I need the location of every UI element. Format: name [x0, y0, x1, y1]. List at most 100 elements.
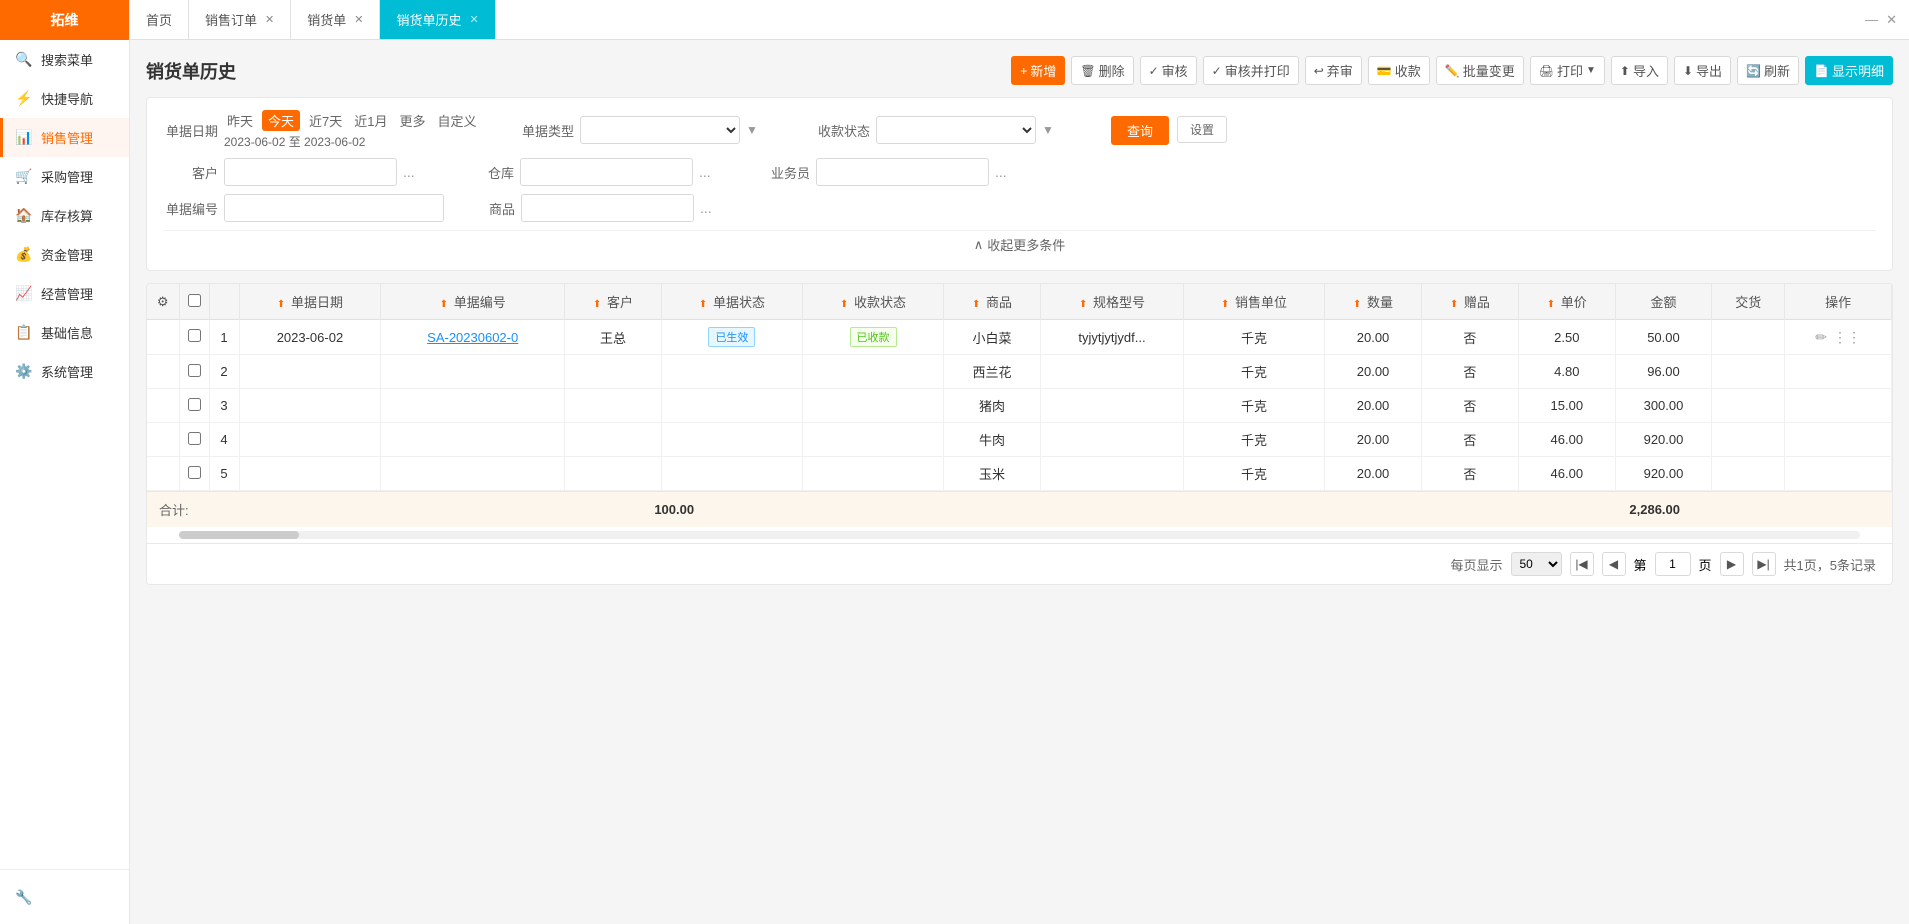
- refresh-button[interactable]: 🔄 刷新: [1737, 56, 1799, 85]
- horizontal-scrollbar[interactable]: [179, 531, 1860, 539]
- row-spec: [1040, 457, 1183, 491]
- sidebar-bottom-item1[interactable]: 🔧: [0, 878, 129, 916]
- salesperson-picker-icon[interactable]: ...: [995, 164, 1007, 180]
- th-doc-date[interactable]: ⬆ 单据日期: [239, 284, 381, 320]
- customer-input[interactable]: [224, 158, 397, 186]
- import-button[interactable]: ⬆ 导入: [1611, 56, 1668, 85]
- th-payment-status[interactable]: ⬆ 收款状态: [802, 284, 943, 320]
- collapse-button[interactable]: ∧ 收起更多条件: [163, 230, 1876, 258]
- th-amount[interactable]: 金额: [1615, 284, 1711, 320]
- delete-button[interactable]: 🗑 删除: [1071, 56, 1133, 85]
- row-checkbox[interactable]: [179, 389, 209, 423]
- sidebar-item-finance[interactable]: 💰 资金管理: [0, 235, 129, 274]
- date-shortcut-1month[interactable]: 近1月: [351, 110, 390, 131]
- warehouse-input[interactable]: [520, 158, 693, 186]
- product-input[interactable]: [521, 194, 694, 222]
- new-button[interactable]: + 新增: [1011, 56, 1065, 85]
- th-doc-status[interactable]: ⬆ 单据状态: [661, 284, 802, 320]
- last-page-button[interactable]: ▶|: [1752, 552, 1776, 576]
- row-payment-status: 已收款: [802, 320, 943, 355]
- sidebar-item-inventory[interactable]: 🏠 库存核算: [0, 196, 129, 235]
- row-payment-status: [802, 389, 943, 423]
- export-button[interactable]: ⬇ 导出: [1674, 56, 1731, 85]
- doc-number-input[interactable]: [224, 194, 444, 222]
- tab-sales-history[interactable]: 销货单历史 ✕: [380, 0, 495, 39]
- audit-print-button[interactable]: ✓ 审核并打印: [1203, 56, 1299, 85]
- th-unit[interactable]: ⬆ 销售单位: [1184, 284, 1325, 320]
- tab-sales-delivery[interactable]: 销货单 ✕: [291, 0, 380, 39]
- edit-action-icon[interactable]: ✏: [1815, 329, 1827, 346]
- th-gift[interactable]: ⬆ 赠品: [1421, 284, 1518, 320]
- sidebar-item-quick-nav[interactable]: ⚡ 快捷导航: [0, 79, 129, 118]
- row-product: 小白菜: [944, 320, 1041, 355]
- scroll-thumb[interactable]: [179, 531, 299, 539]
- row-doc-number[interactable]: SA-20230602-0: [381, 320, 565, 355]
- warehouse-picker-icon[interactable]: ...: [699, 164, 711, 180]
- gear-icon[interactable]: ⚙: [157, 294, 169, 309]
- tab-sales-order[interactable]: 销售订单 ✕: [189, 0, 291, 39]
- row-checkbox[interactable]: [179, 355, 209, 389]
- th-spec[interactable]: ⬆ 规格型号: [1040, 284, 1183, 320]
- prev-page-button[interactable]: ◀: [1602, 552, 1626, 576]
- audit-button[interactable]: ✓ 审核: [1140, 56, 1197, 85]
- customer-picker-icon[interactable]: ...: [403, 164, 415, 180]
- date-shortcut-custom[interactable]: 自定义: [435, 110, 480, 131]
- tab-sales-order-close[interactable]: ✕: [265, 13, 274, 26]
- row-checkbox[interactable]: [179, 423, 209, 457]
- th-transaction[interactable]: 交货: [1712, 284, 1785, 320]
- row-actions: [1785, 389, 1892, 423]
- sidebar-item-sales-mgmt[interactable]: 📊 销售管理: [0, 118, 129, 157]
- collect-button[interactable]: 💳 收款: [1368, 56, 1430, 85]
- sidebar-item-system-mgmt[interactable]: ⚙️ 系统管理: [0, 352, 129, 391]
- first-page-button[interactable]: |◀: [1570, 552, 1594, 576]
- page-size-select[interactable]: 10 20 50 100: [1511, 552, 1562, 576]
- select-all-checkbox[interactable]: [188, 294, 201, 307]
- date-shortcut-7days[interactable]: 近7天: [306, 110, 345, 131]
- tab-home[interactable]: 首页: [130, 0, 189, 39]
- print-button[interactable]: 🖨 打印 ▼: [1530, 56, 1605, 85]
- th-doc-number[interactable]: ⬆ 单据编号: [381, 284, 565, 320]
- setting-button[interactable]: 设置: [1177, 116, 1227, 143]
- sidebar-item-purchase-mgmt[interactable]: 🛒 采购管理: [0, 157, 129, 196]
- window-minimize-icon[interactable]: —: [1865, 12, 1878, 27]
- sidebar-item-label: 资金管理: [41, 245, 93, 264]
- page-input-prefix: 第: [1634, 555, 1647, 574]
- next-page-button[interactable]: ▶: [1720, 552, 1744, 576]
- query-button[interactable]: 查询: [1111, 116, 1169, 145]
- date-shortcut-more[interactable]: 更多: [397, 110, 429, 131]
- th-quantity[interactable]: ⬆ 数量: [1325, 284, 1422, 320]
- th-customer[interactable]: ⬆ 客户: [565, 284, 662, 320]
- date-shortcut-yesterday[interactable]: 昨天: [224, 110, 256, 131]
- window-close-icon[interactable]: ✕: [1886, 12, 1897, 28]
- row-checkbox[interactable]: [179, 457, 209, 491]
- product-picker-icon[interactable]: ...: [700, 200, 712, 216]
- show-detail-label: 显示明细: [1832, 61, 1884, 80]
- th-product[interactable]: ⬆ 商品: [944, 284, 1041, 320]
- salesperson-input[interactable]: [816, 158, 989, 186]
- th-unit-price[interactable]: ⬆ 单价: [1518, 284, 1615, 320]
- more-action-icon[interactable]: ⋮⋮: [1833, 329, 1861, 346]
- abandon-button[interactable]: ↩ 弃审: [1305, 56, 1362, 85]
- filter-row-3: 单据编号 商品 ...: [163, 194, 1876, 222]
- row-seq: 4: [209, 423, 239, 457]
- row-checkbox[interactable]: [179, 320, 209, 355]
- batch-change-button[interactable]: ✏️ 批量变更: [1436, 56, 1524, 85]
- page-number-input[interactable]: [1655, 552, 1691, 576]
- row-product: 西兰花: [944, 355, 1041, 389]
- tab-sales-history-close[interactable]: ✕: [470, 13, 479, 26]
- payment-status-select[interactable]: [876, 116, 1036, 144]
- th-gear[interactable]: ⚙: [147, 284, 179, 320]
- date-shortcut-today[interactable]: 今天: [262, 110, 300, 131]
- show-detail-button[interactable]: 📄 显示明细: [1805, 56, 1893, 85]
- payment-status-filter-group: 收款状态 ▼: [815, 116, 1095, 144]
- doc-type-select[interactable]: [580, 116, 740, 144]
- search-menu-icon: 🔍: [15, 51, 33, 69]
- tab-sales-delivery-close[interactable]: ✕: [354, 13, 363, 26]
- sidebar-item-search-menu[interactable]: 🔍 搜索菜单: [0, 40, 129, 79]
- sidebar-item-basic-info[interactable]: 📋 基础信息: [0, 313, 129, 352]
- page-title: 销货单历史: [146, 58, 236, 84]
- new-icon: +: [1020, 64, 1027, 78]
- th-checkbox[interactable]: [179, 284, 209, 320]
- row-unit: 千克: [1184, 320, 1325, 355]
- sidebar-item-operations[interactable]: 📈 经营管理: [0, 274, 129, 313]
